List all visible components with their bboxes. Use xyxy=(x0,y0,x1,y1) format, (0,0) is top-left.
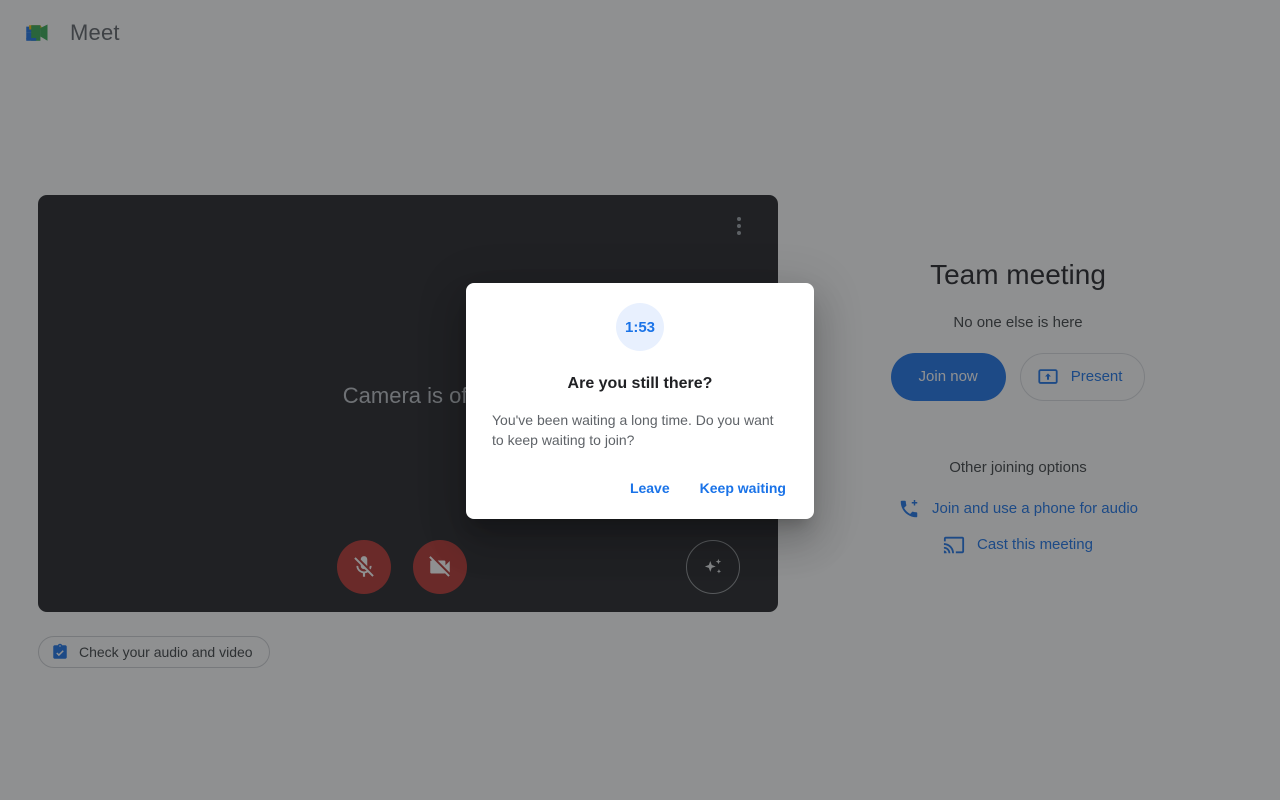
dialog-actions: Leave Keep waiting xyxy=(618,471,798,505)
still-there-dialog: 1:53 Are you still there? You've been wa… xyxy=(466,283,814,519)
dialog-title: Are you still there? xyxy=(567,375,713,392)
dialog-body-text: You've been waiting a long time. Do you … xyxy=(492,412,774,448)
countdown-timer-badge: 1:53 xyxy=(616,303,664,351)
keep-waiting-button[interactable]: Keep waiting xyxy=(688,471,798,505)
leave-button[interactable]: Leave xyxy=(618,471,682,505)
